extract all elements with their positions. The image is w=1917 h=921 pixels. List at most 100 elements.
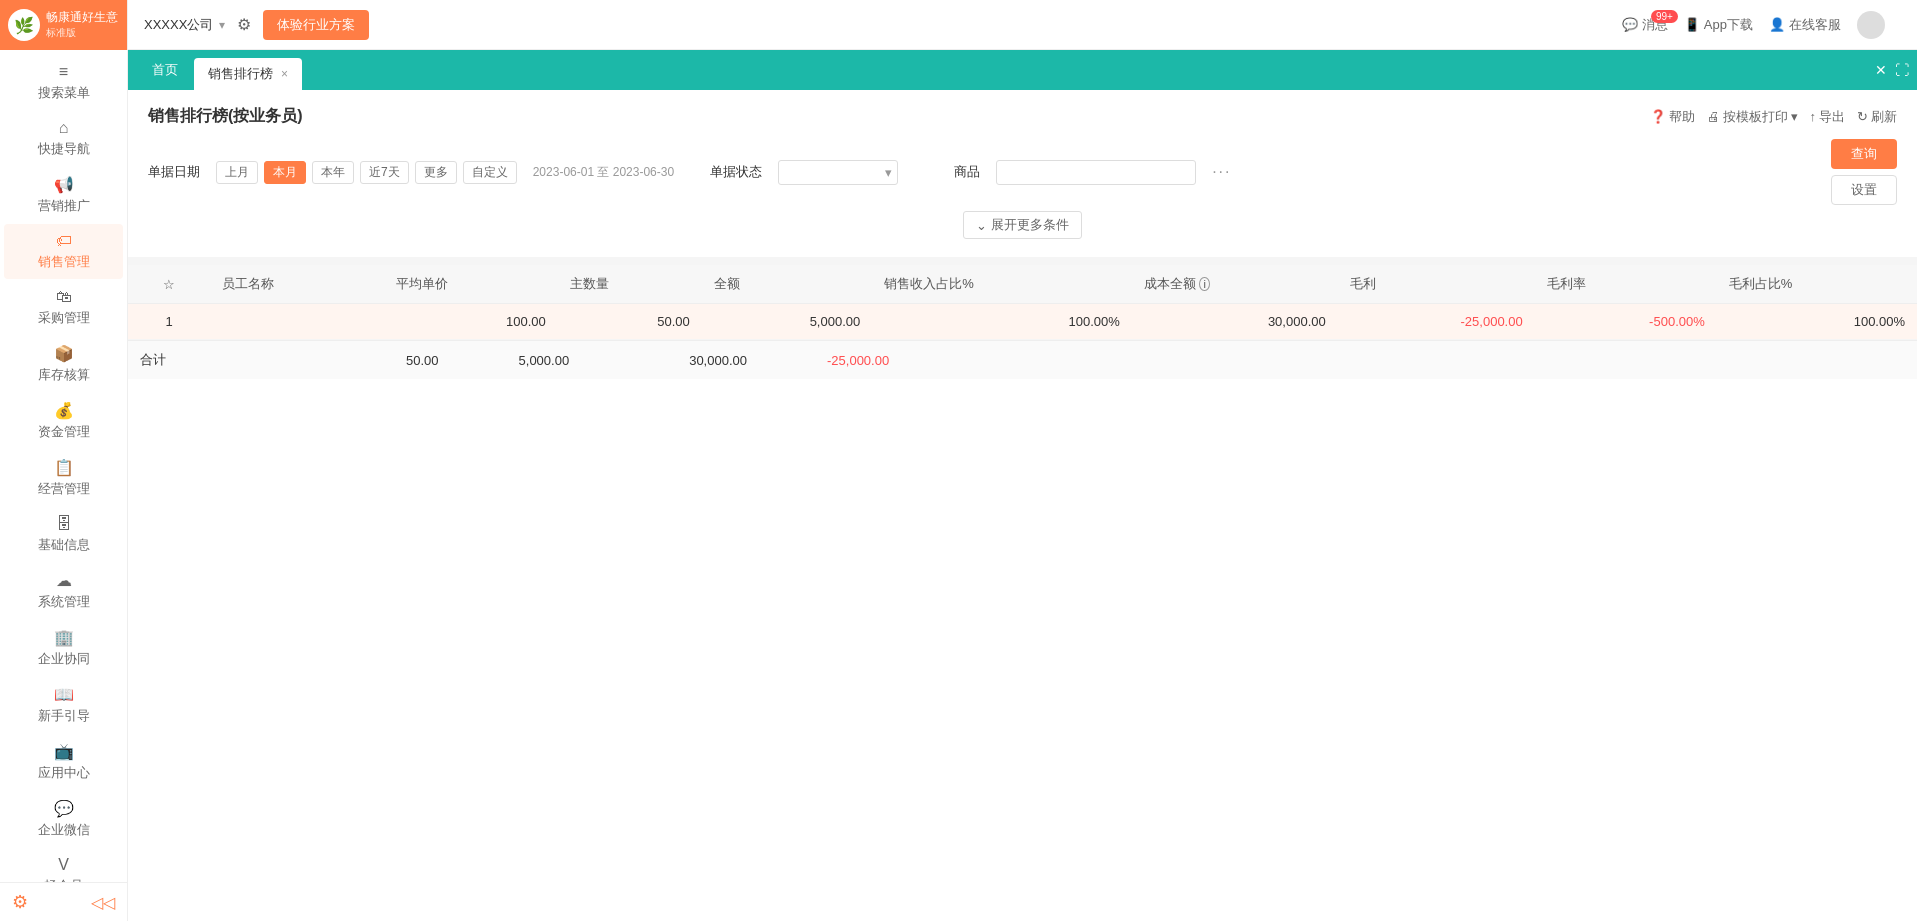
table-row: 1100.0050.005,000.00100.00%30,000.00-25,… bbox=[128, 304, 1917, 340]
settings-icon[interactable]: ⚙ bbox=[12, 891, 28, 913]
service-icon: 👤 bbox=[1769, 17, 1785, 32]
sidebar-item-system[interactable]: ☁系统管理 bbox=[4, 563, 123, 619]
sidebar-item-purchase[interactable]: 🛍 采购管理 bbox=[4, 280, 123, 335]
table-header-row: ☆ 员工名称 平均单价 主数量 全额 销售收入占比% 成本全额 i 毛利 毛利率… bbox=[128, 265, 1917, 304]
table-footer: 合计 50.00 5,000.00 30,000.00 -25,000.00 bbox=[128, 340, 1917, 379]
service-label: 在线客服 bbox=[1789, 16, 1841, 34]
filter-area: 单据日期 上月 本月 本年 近7天 更多 自定义 2023-06-01 至 20… bbox=[128, 127, 1917, 257]
search-order-icon: ≡ bbox=[59, 63, 68, 81]
message-icon: 💬 bbox=[1622, 17, 1638, 32]
footer-label: 合计 bbox=[140, 351, 166, 369]
sidebar-item-label: 经营管理 bbox=[38, 480, 90, 498]
sidebar-item-marketing[interactable]: 📢营销推广 bbox=[4, 167, 123, 223]
company-arrow-icon: ▾ bbox=[219, 18, 225, 32]
sidebar-nav: ≡ 搜索菜单 ⌂快捷导航📢营销推广 🏷 销售管理 🛍 采购管理 📦库存核算💰资金管理 📋 经营管理… bbox=[0, 50, 127, 882]
enterprise-icon: 🏢 bbox=[54, 628, 74, 647]
col-avg-price: 平均单价 bbox=[384, 265, 558, 304]
status-select[interactable] bbox=[778, 160, 898, 185]
expand-row: ⌄ 展开更多条件 bbox=[148, 205, 1897, 245]
sidebar-item-finance[interactable]: 💰资金管理 bbox=[4, 393, 123, 449]
col-rank: ☆ bbox=[128, 265, 210, 304]
sidebar-footer: ⚙ ◁◁ bbox=[0, 882, 127, 921]
tab-home[interactable]: 首页 bbox=[136, 50, 194, 90]
refresh-btn[interactable]: ↻ 刷新 bbox=[1857, 108, 1897, 126]
sidebar-item-label: 搜索菜单 bbox=[38, 84, 90, 102]
company-name: XXXXX公司 bbox=[144, 16, 213, 34]
date-btn-this-year[interactable]: 本年 bbox=[312, 161, 354, 184]
footer-qty: 50.00 bbox=[406, 353, 439, 368]
sidebar-item-label: 应用中心 bbox=[38, 764, 90, 782]
print-icon: 🖨 bbox=[1707, 109, 1720, 124]
expand-more-btn[interactable]: ⌄ 展开更多条件 bbox=[963, 211, 1082, 239]
refresh-icon: ↻ bbox=[1857, 109, 1868, 124]
footer-amount: 5,000.00 bbox=[519, 353, 570, 368]
date-filter-btns: 上月 本月 本年 近7天 更多 自定义 bbox=[216, 161, 517, 184]
date-btn-more[interactable]: 更多 bbox=[415, 161, 457, 184]
sidebar-item-quick-nav[interactable]: ⌂快捷导航 bbox=[4, 111, 123, 166]
sidebar-item-enterprise[interactable]: 🏢 企业协同 bbox=[4, 620, 123, 676]
system-icon: ☁ bbox=[56, 571, 72, 590]
sidebar-item-app-center[interactable]: 📺应用中心 bbox=[4, 734, 123, 790]
filter-row-1: 单据日期 上月 本月 本年 近7天 更多 自定义 2023-06-01 至 20… bbox=[148, 139, 1897, 205]
operations-icon: 📋 bbox=[54, 458, 74, 477]
goods-input[interactable] bbox=[996, 160, 1196, 185]
page-title: 销售排行榜(按业务员) bbox=[148, 106, 303, 127]
tab-sales-ranking[interactable]: 销售排行榜 × bbox=[194, 58, 302, 90]
logo-icon: 🌿 bbox=[8, 9, 40, 41]
company-selector[interactable]: XXXXX公司 ▾ bbox=[144, 16, 225, 34]
col-qty: 主数量 bbox=[558, 265, 702, 304]
marketing-icon: 📢 bbox=[54, 175, 74, 194]
col-gross-pct: 毛利占比% bbox=[1717, 265, 1917, 304]
expand-icon[interactable]: ⛶ bbox=[1895, 62, 1909, 78]
query-btn[interactable]: 查询 bbox=[1831, 139, 1897, 169]
tabbar: 首页 销售排行榜 × ✕ ⛶ bbox=[128, 50, 1917, 90]
app-download-btn[interactable]: 📱 App下载 bbox=[1684, 16, 1753, 34]
member-icon: V bbox=[58, 856, 69, 874]
avatar[interactable] bbox=[1857, 11, 1885, 39]
sidebar-item-sales[interactable]: 🏷 销售管理 bbox=[4, 224, 123, 279]
logo-name: 畅康通好生意 bbox=[46, 10, 118, 26]
export-btn[interactable]: ↑ 导出 bbox=[1810, 108, 1846, 126]
collapse-icon[interactable]: ◁◁ bbox=[91, 893, 115, 912]
sidebar-item-label: 采购管理 bbox=[38, 309, 90, 327]
close-window-icon[interactable]: ✕ bbox=[1875, 62, 1887, 78]
inventory-icon: 📦 bbox=[54, 344, 74, 363]
export-icon: ↑ bbox=[1810, 109, 1817, 124]
settings-btn[interactable]: 设置 bbox=[1831, 175, 1897, 205]
sidebar-logo: 🌿 畅康通好生意 标准版 bbox=[0, 0, 127, 50]
date-btn-7days[interactable]: 近7天 bbox=[360, 161, 409, 184]
date-btn-last-month[interactable]: 上月 bbox=[216, 161, 258, 184]
sidebar-item-base-info[interactable]: 🗄基础信息 bbox=[4, 507, 123, 562]
purchase-icon: 🛍 bbox=[56, 288, 72, 306]
expand-icon: ⌄ bbox=[976, 218, 987, 233]
sales-icon: 🏷 bbox=[56, 232, 72, 250]
sidebar-item-label: 销售管理 bbox=[38, 253, 90, 271]
sidebar-item-operations[interactable]: 📋 经营管理 bbox=[4, 450, 123, 506]
help-btn[interactable]: ❓ 帮助 bbox=[1650, 108, 1695, 126]
date-btn-custom[interactable]: 自定义 bbox=[463, 161, 517, 184]
template-print-btn[interactable]: 🖨 按模板打印 ▾ bbox=[1707, 108, 1798, 126]
tab-close-icon[interactable]: × bbox=[281, 67, 288, 81]
trial-btn[interactable]: 体验行业方案 bbox=[263, 10, 369, 40]
sidebar-item-label: 资金管理 bbox=[38, 423, 90, 441]
sidebar-item-search-order[interactable]: ≡ 搜索菜单 bbox=[4, 55, 123, 110]
sidebar-item-label: 新手引导 bbox=[38, 707, 90, 725]
service-btn[interactable]: 👤 在线客服 bbox=[1769, 16, 1841, 34]
tab-label: 销售排行榜 bbox=[208, 65, 273, 83]
message-badge: 99+ bbox=[1651, 10, 1678, 23]
col-cost: 成本全额 i bbox=[1132, 265, 1338, 304]
sidebar-item-label: 企业协同 bbox=[38, 650, 90, 668]
status-select-wrap bbox=[778, 160, 898, 185]
date-btn-this-month[interactable]: 本月 bbox=[264, 161, 306, 184]
sidebar-item-inventory[interactable]: 📦库存核算 bbox=[4, 336, 123, 392]
col-sales-pct: 销售收入占比% bbox=[872, 265, 1132, 304]
sidebar-item-member[interactable]: V畅会员 bbox=[4, 848, 123, 882]
sidebar-item-wechat[interactable]: 💬企业微信 bbox=[4, 791, 123, 847]
goods-more-icon[interactable]: ··· bbox=[1212, 163, 1231, 181]
topbar-gear-icon[interactable]: ⚙ bbox=[237, 15, 251, 34]
print-dropdown-icon: ▾ bbox=[1791, 109, 1798, 124]
wechat-icon: 💬 bbox=[54, 799, 74, 818]
message-btn[interactable]: 💬 消息 99+ bbox=[1622, 16, 1668, 34]
sidebar-item-guide[interactable]: 📖新手引导 bbox=[4, 677, 123, 733]
col-gross: 毛利 bbox=[1338, 265, 1535, 304]
